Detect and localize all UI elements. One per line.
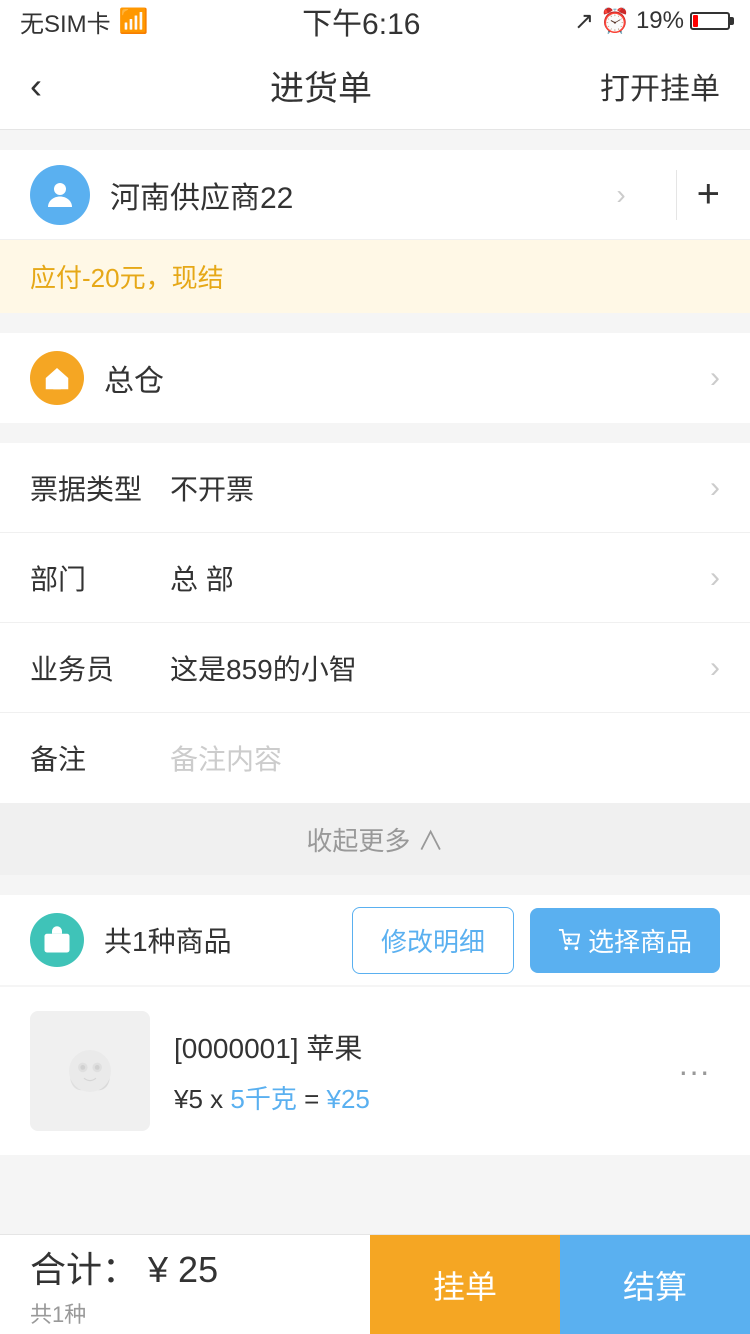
section-gap-2 [0,313,750,333]
product-qty: 5千克 [230,1084,296,1114]
supplier-name[interactable]: 河南供应商22 [110,173,616,217]
product-thumb-icon [60,1041,120,1101]
wifi-icon: 📶 [119,7,149,36]
product-equals: = [304,1084,326,1114]
status-bar-left: 无SIM卡 📶 [20,4,149,39]
form-section: 票据类型 不开票 › 部门 总 部 › 业务员 这是859的小智 › 备注 备注… [0,443,750,803]
collapse-button[interactable]: 收起更多 ∧ [0,803,750,875]
dept-chevron-icon: › [710,561,720,595]
edit-detail-button[interactable]: 修改明细 [352,907,514,974]
warehouse-chevron-icon: › [710,361,720,395]
status-bar: 无SIM卡 📶 下午6:16 ↗ ⏰ 19% [0,0,750,42]
supplier-avatar [30,165,90,225]
product-price: ¥5 x 5千克 = ¥25 [174,1079,668,1116]
main-content: 河南供应商22 › + 应付-20元，现结 总仓 › 票据类型 不开票 › 部门… [0,130,750,1255]
supplier-chevron-icon: › [616,179,625,211]
status-bar-time: 下午6:16 [302,0,420,43]
product-thumbnail [30,1011,150,1131]
dept-value: 总 部 [170,558,710,598]
footer-total-label: 合计： [30,1249,138,1290]
product-info: [0000001] 苹果 ¥5 x 5千克 = ¥25 [174,1027,668,1116]
section-gap-3 [0,423,750,443]
product-more-button[interactable]: ··· [668,1043,720,1100]
product-unit-price: ¥5 [174,1084,203,1114]
dept-row[interactable]: 部门 总 部 › [0,533,750,623]
products-count: 共1种商品 [104,920,352,960]
select-product-label: 选择商品 [588,922,692,959]
footer-total: 合计： ¥ 25 共1种 [0,1235,370,1334]
products-header: 共1种商品 修改明细 选择商品 [0,895,750,985]
staff-chevron-icon: › [710,651,720,685]
section-gap-4 [0,875,750,895]
staff-row[interactable]: 业务员 这是859的小智 › [0,623,750,713]
add-supplier-button[interactable]: + [697,172,720,217]
supplier-divider [676,170,677,220]
checkout-button[interactable]: 结算 [560,1235,750,1334]
carrier-label: 无SIM卡 [20,4,111,39]
location-icon: ↗ [574,7,594,36]
products-icon [30,913,84,967]
product-title: 苹果 [306,1033,362,1064]
invoice-label: 票据类型 [30,468,170,508]
person-icon [42,177,78,213]
home-icon [42,363,72,393]
alarm-icon: ⏰ [600,7,630,36]
section-gap-1 [0,130,750,150]
product-code: [0000001] [174,1033,299,1064]
supplier-section: 河南供应商22 › + [0,150,750,240]
nav-bar: ‹ 进货单 打开挂单 [0,42,750,130]
remark-row[interactable]: 备注 备注内容 [0,713,750,803]
invoice-row[interactable]: 票据类型 不开票 › [0,443,750,533]
cart-icon [558,929,580,951]
product-multiply: x [210,1084,230,1114]
invoice-value: 不开票 [170,468,710,508]
alert-banner: 应付-20元，现结 [0,240,750,313]
footer-total-value: ¥ 25 [148,1249,218,1290]
warehouse-name: 总仓 [104,356,710,400]
battery-icon [690,12,730,30]
status-bar-right: ↗ ⏰ 19% [574,7,730,36]
invoice-chevron-icon: › [710,471,720,505]
product-item: [0000001] 苹果 ¥5 x 5千克 = ¥25 ··· [0,987,750,1155]
hang-button[interactable]: 挂单 [370,1235,560,1334]
battery-percent: 19% [636,7,684,35]
product-total: ¥25 [327,1084,370,1114]
select-product-button[interactable]: 选择商品 [530,908,720,973]
open-pending-button[interactable]: 打开挂单 [600,64,720,108]
remark-input[interactable]: 备注内容 [170,738,720,778]
bag-icon [42,925,72,955]
footer-count: 共1种 [30,1297,340,1329]
warehouse-icon [30,351,84,405]
remark-label: 备注 [30,738,170,778]
product-name: [0000001] 苹果 [174,1027,668,1067]
footer: 合计： ¥ 25 共1种 挂单 结算 [0,1234,750,1334]
staff-value: 这是859的小智 [170,648,710,688]
dept-label: 部门 [30,558,170,598]
staff-label: 业务员 [30,648,170,688]
back-button[interactable]: ‹ [30,65,42,107]
footer-amount: 合计： ¥ 25 [30,1241,340,1293]
warehouse-section[interactable]: 总仓 › [0,333,750,423]
page-title: 进货单 [270,61,372,110]
